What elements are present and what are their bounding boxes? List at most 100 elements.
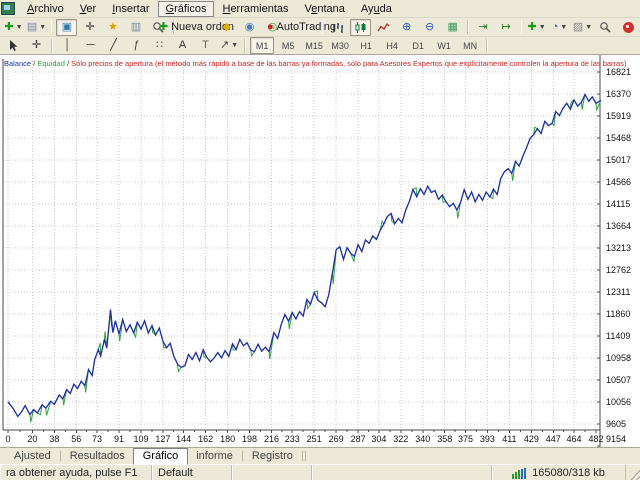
svg-text:15017: 15017	[606, 155, 631, 165]
tester-tab-bar: Ajusted Resultados Gráfico informe Registro	[0, 447, 640, 465]
svg-text:393: 393	[480, 434, 495, 444]
timeframe-d1[interactable]: D1	[406, 37, 430, 54]
chart-window-icon[interactable]	[1, 2, 15, 15]
timeframe-h4[interactable]: H4	[380, 37, 404, 54]
zoom-out-icon: ⊖	[425, 20, 435, 33]
svg-text:429: 429	[524, 434, 539, 444]
trendline-button[interactable]: ╱	[103, 37, 124, 54]
chart-legend: Balance / Equidad / Sólo precios de aper…	[4, 59, 627, 68]
notification-button[interactable]	[618, 19, 639, 36]
memory-histogram-icon	[512, 467, 528, 479]
svg-text:20: 20	[27, 434, 37, 444]
zoom-in-button[interactable]: ⊕	[396, 19, 417, 36]
tab-registro[interactable]: Registro	[244, 449, 301, 464]
crosshair-button[interactable]: ✛	[26, 37, 47, 54]
svg-text:464: 464	[567, 434, 582, 444]
zoom-in-icon: ⊕	[402, 20, 412, 33]
svg-text:482: 482	[588, 434, 603, 444]
svg-text:180: 180	[220, 434, 235, 444]
status-bar: ra obtener ayuda, pulse F1 Default 16508…	[0, 464, 640, 480]
horizontal-line-button[interactable]: ─	[80, 37, 101, 54]
svg-text:251: 251	[307, 434, 322, 444]
data-window-button[interactable]: ✛	[79, 19, 100, 36]
svg-text:91: 91	[114, 434, 124, 444]
svg-text:14115: 14115	[606, 199, 630, 209]
label-icon: T	[202, 39, 209, 51]
tab-grafico[interactable]: Gráfico	[132, 448, 189, 465]
chart-shift-button[interactable]: ↦	[496, 19, 517, 36]
svg-text:16370: 16370	[606, 89, 631, 99]
toolbar-separator	[467, 20, 469, 34]
vertical-line-icon: │	[64, 39, 71, 51]
svg-text:9154: 9154	[606, 434, 626, 444]
menu-graficos[interactable]: Gráficos	[157, 0, 215, 17]
menu-ventana[interactable]: Ventana	[297, 1, 353, 17]
navigator-button[interactable]: ★	[102, 19, 123, 36]
svg-text:13664: 13664	[606, 221, 631, 231]
chevron-down-icon: ▼	[231, 42, 239, 49]
autotrading-button[interactable]: ● AutoTrading	[267, 19, 336, 36]
auto-scroll-button[interactable]: ⇥	[473, 19, 494, 36]
label-button[interactable]: T	[195, 37, 216, 54]
status-memory-cell: 165080/318 kb	[492, 465, 626, 480]
fibonacci-button[interactable]: ƒ	[126, 37, 147, 54]
tab-ajusted[interactable]: Ajusted	[6, 449, 59, 464]
menu-insertar[interactable]: Insertar	[104, 1, 157, 17]
timeframe-m30[interactable]: M30	[328, 37, 352, 54]
chart-shift-icon: ↦	[501, 20, 511, 33]
channel-button[interactable]: ∷	[149, 37, 170, 54]
timeframe-h1[interactable]: H1	[354, 37, 378, 54]
new-chart-button[interactable]: ✚ ▼	[3, 19, 24, 36]
text-button[interactable]: A	[172, 37, 193, 54]
new-order-button[interactable]: ✚ Nueva orden	[159, 19, 234, 36]
timeframe-w1[interactable]: W1	[432, 37, 456, 54]
svg-text:411: 411	[502, 434, 516, 444]
tab-resultados[interactable]: Resultados	[62, 449, 133, 464]
text-icon: A	[178, 39, 187, 51]
svg-text:375: 375	[458, 434, 473, 444]
timeframe-mn[interactable]: MN	[458, 37, 482, 54]
metaeditor-button[interactable]: ◆	[216, 19, 237, 36]
tab-divider	[241, 451, 243, 461]
resize-grip[interactable]	[626, 465, 640, 480]
market-watch-button[interactable]: ▣	[56, 18, 78, 36]
tile-windows-button[interactable]: ▦	[442, 19, 463, 36]
menu-archivo[interactable]: Archivo	[19, 1, 72, 17]
tester-equity-chart: 0 20 38 56 73 91 109 127 144 162 180 198 216 233 251 26…	[0, 55, 640, 447]
candle-chart-button[interactable]	[350, 18, 372, 36]
terminal-button[interactable]: ▥	[125, 19, 146, 36]
timeframe-m5[interactable]: M5	[276, 37, 300, 54]
svg-text:11409: 11409	[606, 331, 630, 341]
shapes-button[interactable]: ↗ ▼	[218, 37, 240, 54]
toolbar-chart-tools: ✛ │ ─ ╱ ƒ ∷ A T ↗ ▼ M1 M5 M15 M30 H1 H4 D1 W1 MN	[0, 37, 640, 55]
line-chart-button[interactable]	[373, 19, 394, 36]
notification-icon	[623, 21, 635, 33]
indicators-button[interactable]: ✚ ▼	[526, 19, 547, 36]
search-button[interactable]	[595, 19, 616, 36]
chart-profiles-button[interactable]: ▤ ▼	[26, 19, 47, 36]
svg-text:109: 109	[133, 434, 148, 444]
tab-divider	[304, 451, 306, 461]
tab-informe[interactable]: informe	[188, 449, 241, 464]
menu-herramientas[interactable]: Herramientas	[214, 1, 296, 17]
svg-text:12311: 12311	[606, 287, 630, 297]
templates-button[interactable]: ▨ ▼	[572, 19, 593, 36]
timeframe-m15[interactable]: M15	[302, 37, 326, 54]
toolbar-separator	[321, 20, 324, 34]
community-button[interactable]: ◉	[239, 19, 260, 36]
zoom-out-button[interactable]: ⊖	[419, 19, 440, 36]
horizontal-line-icon: ─	[86, 39, 95, 51]
toolbar-separator	[486, 38, 489, 53]
vertical-line-button[interactable]: │	[57, 37, 78, 54]
star-cursor-icon: ★	[107, 20, 118, 33]
svg-text:10056: 10056	[606, 397, 631, 407]
bar-chart-button[interactable]	[327, 19, 348, 36]
crosshair-icon: ✛	[31, 39, 42, 51]
menu-ver[interactable]: Ver	[72, 1, 105, 17]
cursor-button[interactable]	[3, 37, 24, 54]
search-icon	[599, 21, 612, 34]
timeframe-m1[interactable]: M1	[250, 37, 275, 54]
svg-text:56: 56	[71, 434, 81, 444]
menu-ayuda[interactable]: Ayuda	[353, 1, 400, 17]
periods-button[interactable]: ◔ ▼	[549, 19, 570, 36]
